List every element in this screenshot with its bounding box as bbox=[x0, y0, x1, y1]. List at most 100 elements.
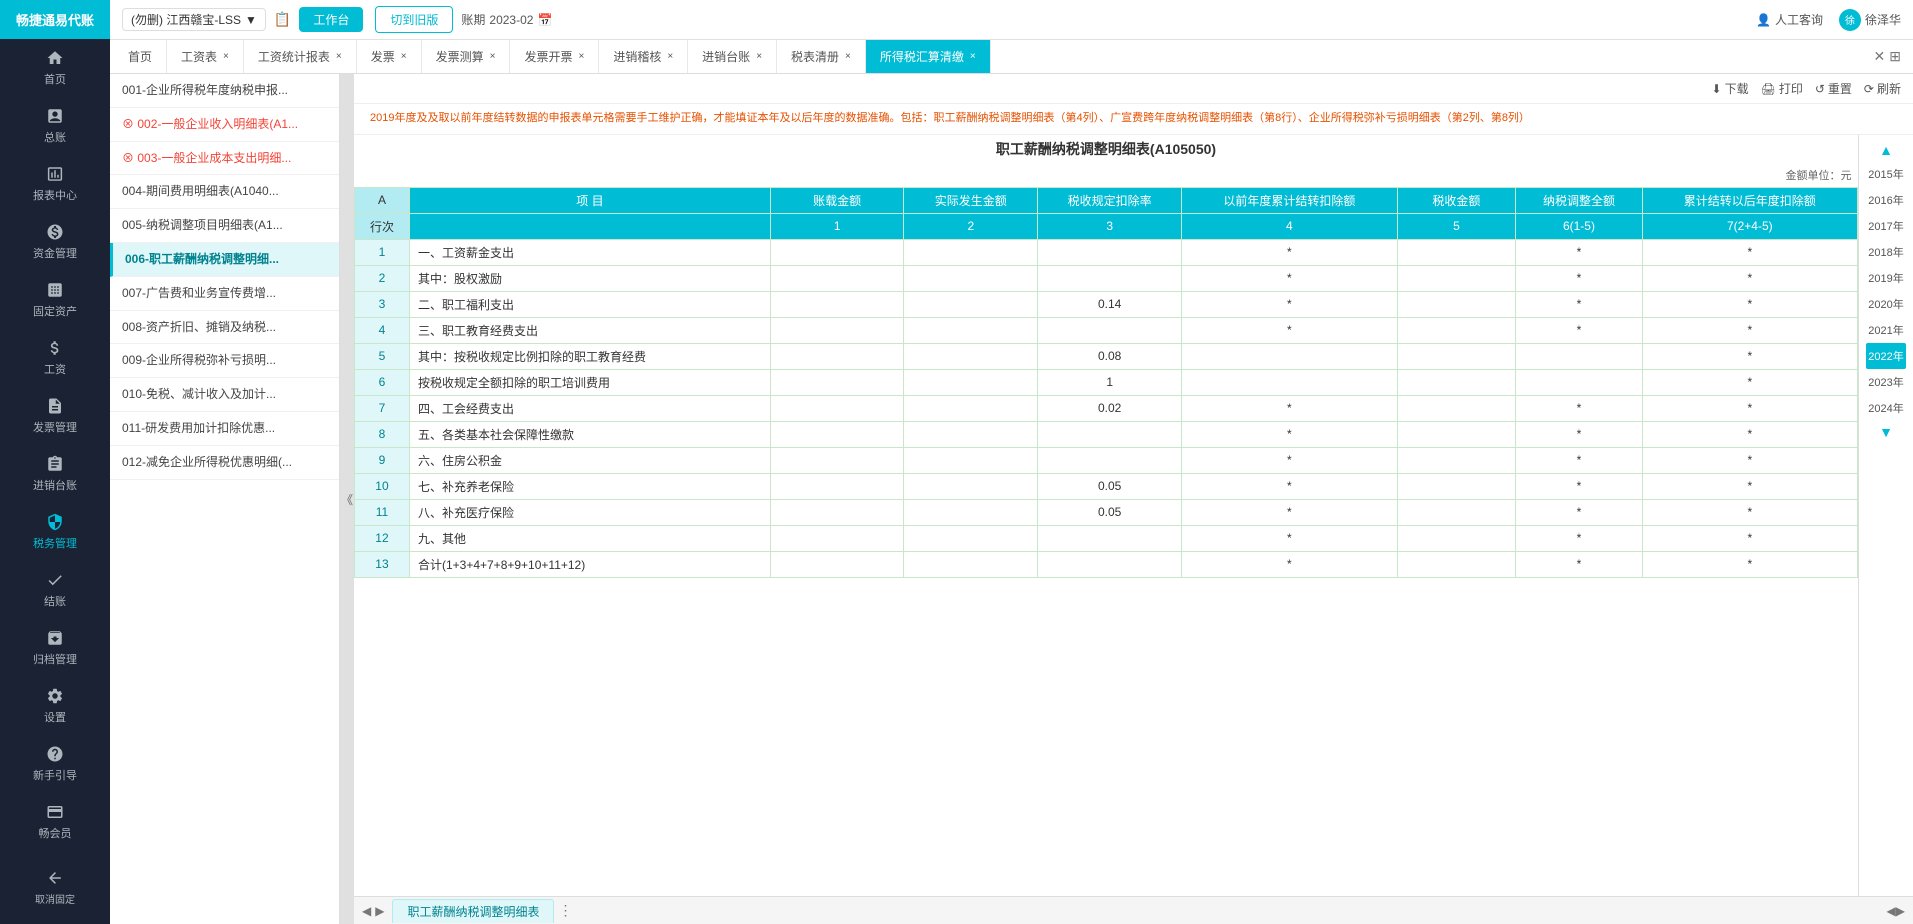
cell-G[interactable] bbox=[1397, 421, 1516, 447]
cell-C[interactable] bbox=[770, 369, 904, 395]
cell-G[interactable] bbox=[1397, 239, 1516, 265]
cell-C[interactable] bbox=[770, 317, 904, 343]
sidebar-item-fixed-assets[interactable]: 固定资产 bbox=[0, 271, 110, 329]
left-item-012[interactable]: 012-减免企业所得税优惠明细(... bbox=[110, 446, 339, 480]
cell-I[interactable]: * bbox=[1642, 239, 1857, 265]
tab-payroll[interactable]: 工资表 × bbox=[167, 40, 244, 73]
cell-item-name[interactable]: 一、工资薪金支出 bbox=[409, 239, 770, 265]
cell-F[interactable]: * bbox=[1182, 317, 1397, 343]
cell-I[interactable]: * bbox=[1642, 551, 1857, 577]
year-item[interactable]: 2023年 bbox=[1866, 369, 1905, 395]
tab-purchase-check[interactable]: 进销稽核 × bbox=[599, 40, 688, 73]
cell-E[interactable] bbox=[1038, 447, 1182, 473]
cell-D[interactable] bbox=[904, 265, 1038, 291]
left-item-005[interactable]: 005-纳税调整项目明细表(A1... bbox=[110, 209, 339, 243]
sidebar-item-general-ledger[interactable]: 总账 bbox=[0, 97, 110, 155]
tab-payroll-close[interactable]: × bbox=[223, 51, 229, 62]
tab-payroll-stats[interactable]: 工资统计报表 × bbox=[244, 40, 357, 73]
tab-invoice[interactable]: 发票 × bbox=[357, 40, 422, 73]
cell-I[interactable]: * bbox=[1642, 395, 1857, 421]
year-item[interactable]: 2018年 bbox=[1866, 239, 1905, 265]
sidebar-item-reports[interactable]: 报表中心 bbox=[0, 155, 110, 213]
tab-close-all[interactable]: ✕ bbox=[1874, 48, 1886, 65]
tab-invoice-open-close[interactable]: × bbox=[578, 51, 584, 62]
sidebar-item-tax[interactable]: 税务管理 bbox=[0, 503, 110, 561]
cell-D[interactable] bbox=[904, 499, 1038, 525]
sheet-nav-left[interactable]: ◀ bbox=[362, 904, 371, 918]
cell-E[interactable] bbox=[1038, 239, 1182, 265]
cell-item-name[interactable]: 二、职工福利支出 bbox=[409, 291, 770, 317]
cell-F[interactable] bbox=[1182, 343, 1397, 369]
cell-C[interactable] bbox=[770, 473, 904, 499]
cell-item-name[interactable]: 八、补充医疗保险 bbox=[409, 499, 770, 525]
tab-tax-list-close[interactable]: × bbox=[845, 51, 851, 62]
cell-H[interactable]: * bbox=[1516, 317, 1642, 343]
cell-C[interactable] bbox=[770, 395, 904, 421]
cell-F[interactable] bbox=[1182, 369, 1397, 395]
tab-invoice-calc-close[interactable]: × bbox=[490, 51, 496, 62]
reset-btn[interactable]: ↺ 重置 bbox=[1815, 80, 1852, 97]
cell-item-name[interactable]: 五、各类基本社会保障性缴款 bbox=[409, 421, 770, 447]
cell-E[interactable] bbox=[1038, 551, 1182, 577]
tab-maximize[interactable]: ⊞ bbox=[1889, 48, 1901, 65]
cell-I[interactable]: * bbox=[1642, 473, 1857, 499]
tab-purchase-ledger[interactable]: 进销台账 × bbox=[688, 40, 777, 73]
sidebar-item-closing[interactable]: 结账 bbox=[0, 561, 110, 619]
support-btn[interactable]: 👤 人工客询 bbox=[1756, 11, 1823, 28]
cell-F[interactable]: * bbox=[1182, 265, 1397, 291]
tab-income-tax[interactable]: 所得税汇算清缴 × bbox=[866, 40, 991, 73]
download-btn[interactable]: ⬇ 下载 bbox=[1712, 80, 1749, 97]
left-item-003[interactable]: ⊗ 003-一般企业成本支出明细... bbox=[110, 142, 339, 176]
cell-F[interactable]: * bbox=[1182, 551, 1397, 577]
cell-item-name[interactable]: 四、工会经费支出 bbox=[409, 395, 770, 421]
cell-I[interactable]: * bbox=[1642, 343, 1857, 369]
tab-purchase-check-close[interactable]: × bbox=[667, 51, 673, 62]
cell-C[interactable] bbox=[770, 265, 904, 291]
cell-item-name[interactable]: 九、其他 bbox=[409, 525, 770, 551]
cell-E[interactable]: 0.08 bbox=[1038, 343, 1182, 369]
cell-H[interactable]: * bbox=[1516, 473, 1642, 499]
sheet-tab-main[interactable]: 职工薪酬纳税调整明细表 bbox=[392, 899, 554, 923]
sidebar-item-settings[interactable]: 设置 bbox=[0, 677, 110, 735]
sidebar-item-archive[interactable]: 归档管理 bbox=[0, 619, 110, 677]
left-item-001[interactable]: 001-企业所得税年度纳税申报... bbox=[110, 74, 339, 108]
left-item-010[interactable]: 010-免税、减计收入及加计... bbox=[110, 378, 339, 412]
year-down-nav[interactable]: ▼ bbox=[1876, 421, 1896, 443]
cell-G[interactable] bbox=[1397, 317, 1516, 343]
cell-G[interactable] bbox=[1397, 525, 1516, 551]
tab-invoice-open[interactable]: 发票开票 × bbox=[510, 40, 599, 73]
cell-D[interactable] bbox=[904, 317, 1038, 343]
cell-H[interactable]: * bbox=[1516, 291, 1642, 317]
cell-G[interactable] bbox=[1397, 447, 1516, 473]
cell-E[interactable]: 0.14 bbox=[1038, 291, 1182, 317]
cell-I[interactable]: * bbox=[1642, 317, 1857, 343]
cell-C[interactable] bbox=[770, 525, 904, 551]
sidebar-item-assets-mgmt[interactable]: 资金管理 bbox=[0, 213, 110, 271]
left-item-007[interactable]: 007-广告费和业务宣传费增... bbox=[110, 277, 339, 311]
cell-G[interactable] bbox=[1397, 551, 1516, 577]
cell-E[interactable] bbox=[1038, 317, 1182, 343]
year-item[interactable]: 2019年 bbox=[1866, 265, 1905, 291]
cell-I[interactable]: * bbox=[1642, 447, 1857, 473]
period-icon[interactable]: 📅 bbox=[537, 13, 552, 27]
cell-E[interactable]: 0.05 bbox=[1038, 473, 1182, 499]
cell-E[interactable]: 1 bbox=[1038, 369, 1182, 395]
cell-C[interactable] bbox=[770, 421, 904, 447]
cell-D[interactable] bbox=[904, 291, 1038, 317]
cell-C[interactable] bbox=[770, 447, 904, 473]
sidebar-item-invoice[interactable]: 发票管理 bbox=[0, 387, 110, 445]
cell-I[interactable]: * bbox=[1642, 421, 1857, 447]
cell-I[interactable]: * bbox=[1642, 291, 1857, 317]
cell-F[interactable]: * bbox=[1182, 239, 1397, 265]
tab-tax-list[interactable]: 税表清册 × bbox=[777, 40, 866, 73]
refresh-btn[interactable]: ⟳ 刷新 bbox=[1864, 80, 1901, 97]
sheet-scroll-left[interactable]: ◀ bbox=[1887, 904, 1896, 918]
panel-collapse-btn[interactable]: 《 bbox=[340, 74, 354, 924]
tab-income-tax-close[interactable]: × bbox=[970, 51, 976, 62]
cell-D[interactable] bbox=[904, 369, 1038, 395]
print-btn[interactable]: 🖨 打印 bbox=[1761, 80, 1803, 97]
cell-item-name[interactable]: 合计(1+3+4+7+8+9+10+11+12) bbox=[409, 551, 770, 577]
cell-I[interactable]: * bbox=[1642, 525, 1857, 551]
cell-D[interactable] bbox=[904, 343, 1038, 369]
cell-E[interactable] bbox=[1038, 421, 1182, 447]
